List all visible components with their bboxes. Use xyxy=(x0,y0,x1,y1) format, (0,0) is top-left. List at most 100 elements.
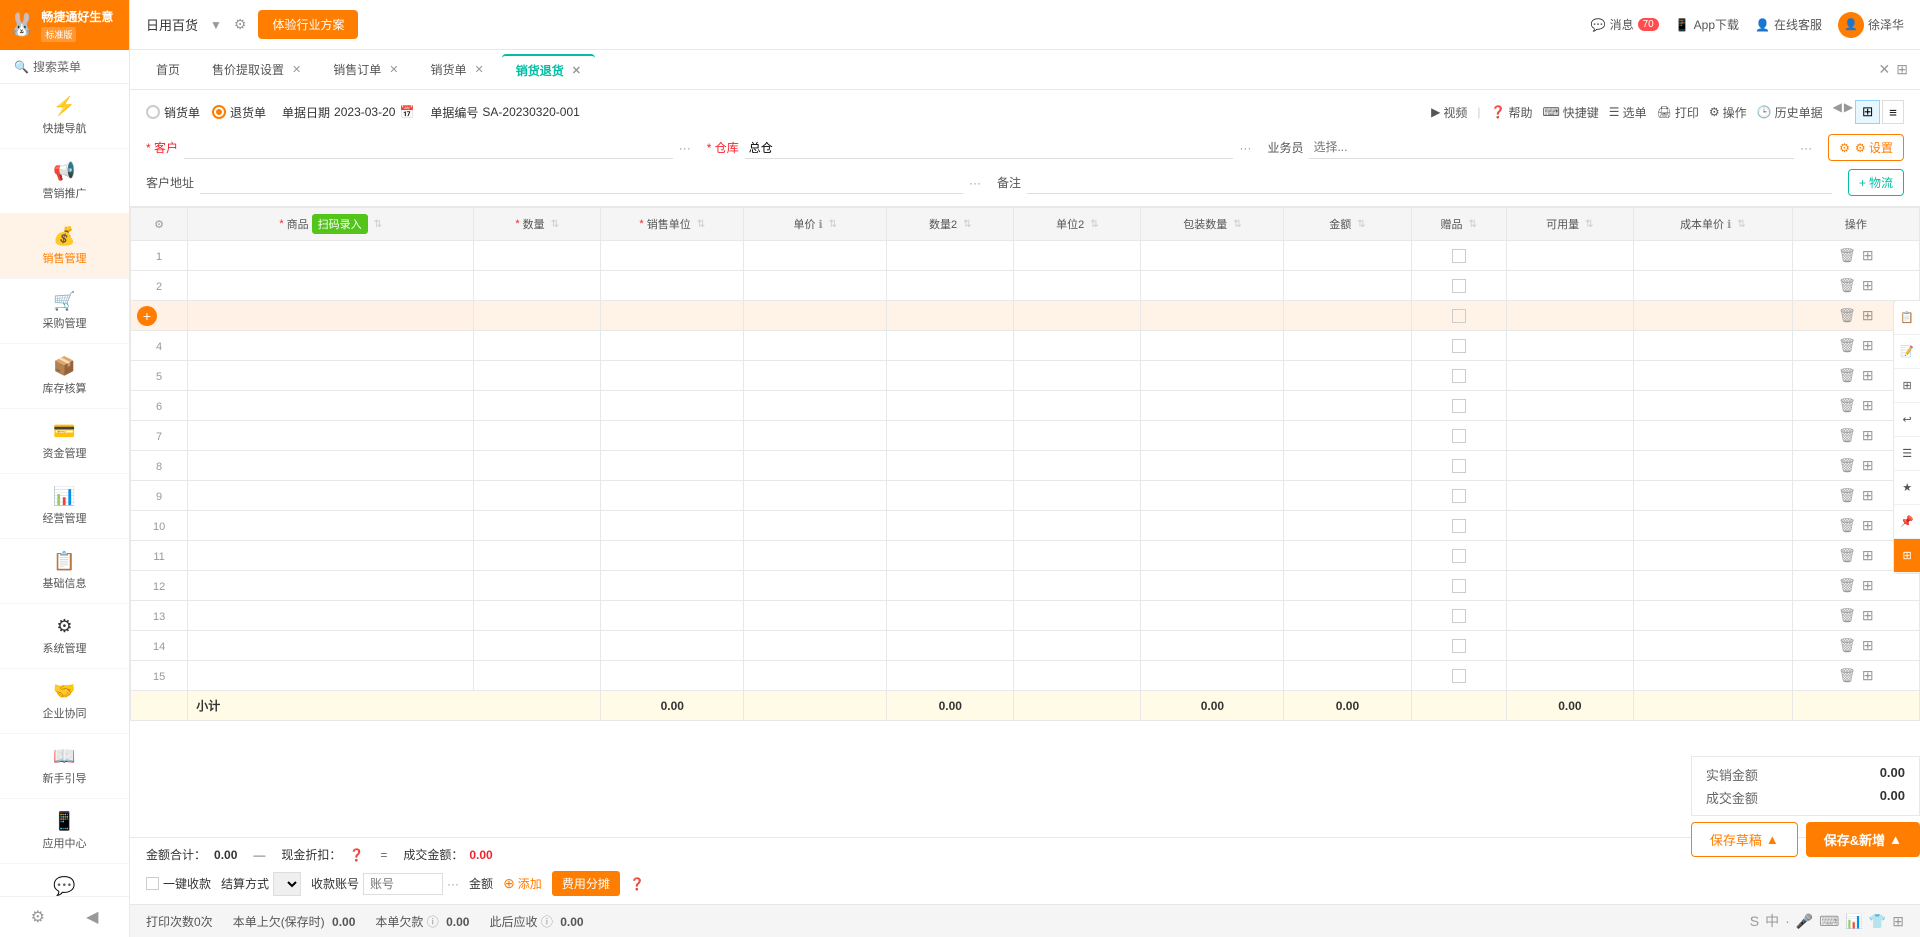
available-cell[interactable] xyxy=(1506,241,1633,271)
gift-checkbox[interactable] xyxy=(1452,639,1466,653)
save-new-button[interactable]: 保存&新增 ▲ xyxy=(1806,822,1920,857)
pack-qty-cell[interactable] xyxy=(1141,241,1284,271)
staff-input[interactable] xyxy=(1309,136,1794,159)
gift-checkbox[interactable] xyxy=(1452,519,1466,533)
input-icon-4[interactable]: 🎤 xyxy=(1796,913,1813,930)
account-ellipsis[interactable]: ··· xyxy=(447,877,459,891)
qty-sort-icon[interactable]: ⇅ xyxy=(551,219,559,230)
collapse-icon[interactable]: ◀ xyxy=(86,907,98,927)
gift-checkbox[interactable] xyxy=(1452,459,1466,473)
right-btn-4[interactable]: ↩ xyxy=(1894,403,1920,437)
delete-icon[interactable]: 🗑 xyxy=(1838,637,1856,654)
settings-button[interactable]: ⚙ ⚙ 设置 xyxy=(1828,134,1904,161)
toolbar-print[interactable]: 🖨 打印 xyxy=(1657,104,1699,121)
tab-sales-return-close[interactable]: ✕ xyxy=(572,64,581,77)
delete-icon[interactable]: 🗑 xyxy=(1838,487,1856,504)
gift-checkbox[interactable] xyxy=(1452,369,1466,383)
settings-bottom-icon[interactable]: ⚙ xyxy=(31,907,45,927)
right-btn-2[interactable]: 📝 xyxy=(1894,335,1920,369)
cost-price-cell[interactable] xyxy=(1633,271,1792,301)
copy-row-icon[interactable]: ⊞ xyxy=(1862,277,1874,294)
right-btn-8[interactable]: ⊞ xyxy=(1894,539,1920,573)
sidebar-item-marketing[interactable]: 📢 营销推广 xyxy=(0,149,129,214)
amount-cell[interactable] xyxy=(1284,241,1411,271)
sidebar-item-purchase[interactable]: 🛒 采购管理 xyxy=(0,279,129,344)
cost-price-cell-active[interactable] xyxy=(1633,301,1792,331)
grid-view-button[interactable]: ⊞ xyxy=(1855,100,1880,124)
qty-cell-active[interactable] xyxy=(474,301,601,331)
expand-tab-icon[interactable]: ⊞ xyxy=(1896,61,1908,78)
gear-settings-icon[interactable]: ⚙ xyxy=(234,16,247,33)
tab-sales-order[interactable]: 销售订单 ✕ xyxy=(319,55,412,84)
one-click-pay-check[interactable]: 一键收款 xyxy=(146,875,211,892)
copy-icon[interactable]: ⊞ xyxy=(1862,607,1874,624)
th-gear-icon[interactable]: ⚙ xyxy=(154,219,164,231)
sidebar-search-item[interactable]: 🔍 搜索菜单 xyxy=(0,50,129,84)
toolbar-video[interactable]: ▶ 视频 xyxy=(1431,104,1467,121)
input-icon-1[interactable]: S xyxy=(1750,913,1759,929)
user-item[interactable]: 👤 徐泽华 xyxy=(1838,12,1904,38)
gift-checkbox[interactable] xyxy=(1452,549,1466,563)
product-cell[interactable] xyxy=(188,241,474,271)
right-btn-6[interactable]: ★ xyxy=(1894,471,1920,505)
gift-checkbox[interactable] xyxy=(1452,489,1466,503)
product-cell-active[interactable] xyxy=(188,301,474,331)
copy-icon[interactable]: ⊞ xyxy=(1862,517,1874,534)
save-draft-button[interactable]: 保存草稿 ▲ xyxy=(1691,822,1798,857)
sidebar-item-wechat[interactable]: 💬 企业微信 xyxy=(0,864,129,896)
cost-info-icon[interactable]: ℹ xyxy=(1727,218,1731,231)
gift-sort-icon[interactable]: ⇅ xyxy=(1468,219,1476,230)
sidebar-item-inventory[interactable]: 📦 库存核算 xyxy=(0,344,129,409)
delete-icon[interactable]: 🗑 xyxy=(1838,457,1856,474)
experience-button[interactable]: 体验行业方案 xyxy=(258,10,358,39)
delete-icon[interactable]: 🗑 xyxy=(1838,427,1856,444)
amount-cell[interactable] xyxy=(1284,271,1411,301)
address-input[interactable] xyxy=(200,171,963,194)
available-sort-icon[interactable]: ⇅ xyxy=(1585,219,1593,230)
copy-icon[interactable]: ⊞ xyxy=(1862,577,1874,594)
qty-cell[interactable] xyxy=(474,241,601,271)
price-cell-active[interactable] xyxy=(744,301,887,331)
unit-cell-active[interactable] xyxy=(601,301,744,331)
gift-checkbox[interactable] xyxy=(1452,609,1466,623)
close-tab-icon[interactable]: ✕ xyxy=(1879,61,1891,78)
tab-home[interactable]: 首页 xyxy=(142,55,194,84)
unit2-cell-active[interactable] xyxy=(1014,301,1141,331)
stats-middle-info[interactable]: ⓘ xyxy=(427,915,439,929)
pack-qty-cell[interactable] xyxy=(1141,271,1284,301)
qty2-sort-icon[interactable]: ⇅ xyxy=(963,219,971,230)
discount-help-icon[interactable]: ❓ xyxy=(349,848,364,862)
delete-icon[interactable]: 🗑 xyxy=(1838,547,1856,564)
delete-icon[interactable]: 🗑 xyxy=(1838,607,1856,624)
customer-ellipsis-btn[interactable]: ··· xyxy=(679,141,691,155)
calendar-icon[interactable]: 📅 xyxy=(399,105,414,119)
sidebar-item-sales[interactable]: 💰 销售管理 xyxy=(0,214,129,279)
sidebar-item-shortcut[interactable]: ⚡ 快捷导航 xyxy=(0,84,129,149)
delete-icon[interactable]: 🗑 xyxy=(1838,397,1856,414)
sidebar-item-apps[interactable]: 📱 应用中心 xyxy=(0,799,129,864)
toolbar-select[interactable]: ☰ 选单 xyxy=(1609,104,1647,121)
copy-icon[interactable]: ⊞ xyxy=(1862,337,1874,354)
delete-icon[interactable]: 🗑 xyxy=(1838,517,1856,534)
radio-sales-goods[interactable]: 销货单 xyxy=(146,104,200,121)
sidebar-item-system[interactable]: ⚙ 系统管理 xyxy=(0,604,129,669)
unit2-cell[interactable] xyxy=(1014,271,1141,301)
cost-price-cell[interactable] xyxy=(1633,241,1792,271)
warehouse-input[interactable] xyxy=(745,136,1234,159)
add-row-button[interactable]: + xyxy=(137,306,157,326)
input-icon-3[interactable]: · xyxy=(1785,913,1790,929)
right-btn-5[interactable]: ☰ xyxy=(1894,437,1920,471)
sidebar-item-basic[interactable]: 📋 基础信息 xyxy=(0,539,129,604)
price-cell[interactable] xyxy=(744,241,887,271)
app-download-item[interactable]: 📱 App下载 xyxy=(1675,16,1739,33)
input-icon-8[interactable]: ⊞ xyxy=(1892,913,1904,930)
cost-sort-icon[interactable]: ⇅ xyxy=(1737,219,1745,230)
delete-icon[interactable]: 🗑 xyxy=(1838,367,1856,384)
unit-cell[interactable] xyxy=(601,241,744,271)
amount-sort-icon[interactable]: ⇅ xyxy=(1357,219,1365,230)
gift-checkbox[interactable] xyxy=(1452,429,1466,443)
staff-ellipsis-btn[interactable]: ··· xyxy=(1800,141,1812,155)
unit2-cell[interactable] xyxy=(1014,241,1141,271)
available-cell[interactable] xyxy=(1506,271,1633,301)
available-cell-active[interactable] xyxy=(1506,301,1633,331)
